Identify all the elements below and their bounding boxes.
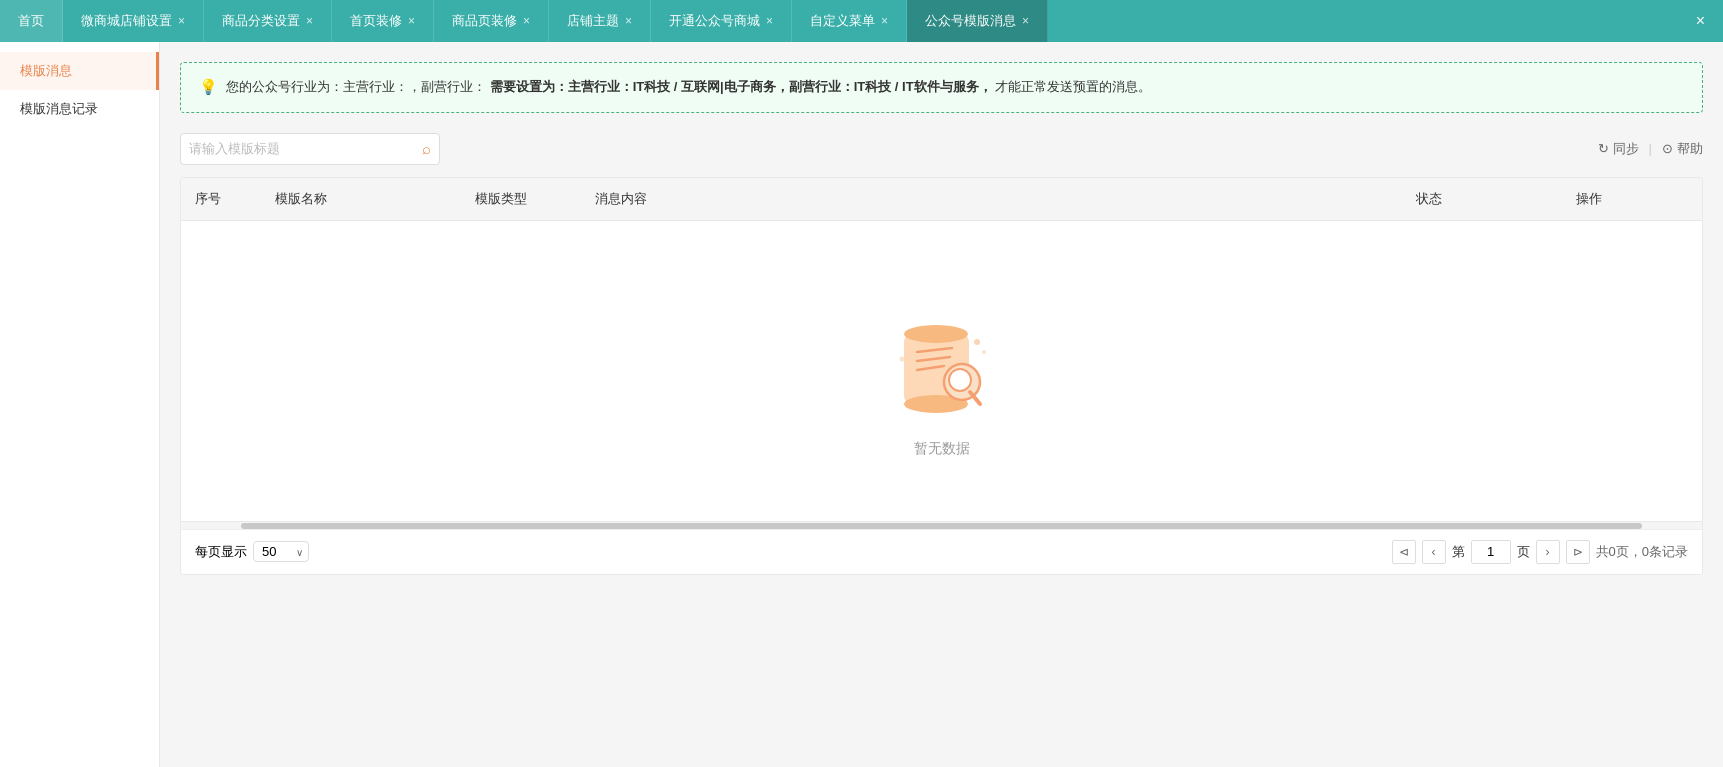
next-page-btn[interactable]: › — [1536, 540, 1560, 564]
data-table: 序号 模版名称 模版类型 消息内容 状态 操作 — [180, 177, 1703, 575]
col-action: 操作 — [1562, 178, 1702, 220]
global-close-btn[interactable]: × — [1678, 0, 1723, 42]
col-index: 序号 — [181, 178, 261, 220]
sync-button[interactable]: ↻ 同步 — [1598, 140, 1639, 158]
nav-item-shop-settings[interactable]: 微商城店铺设置 × — [63, 0, 204, 42]
svg-point-10 — [952, 372, 958, 378]
svg-point-2 — [904, 325, 968, 343]
total-info: 共0页，0条记录 — [1596, 543, 1688, 561]
svg-point-8 — [949, 369, 971, 391]
per-page-select[interactable]: 50 20 100 — [253, 541, 309, 562]
empty-illustration — [882, 304, 1002, 424]
prev-page-btn[interactable]: ‹ — [1422, 540, 1446, 564]
col-content: 消息内容 — [581, 178, 1402, 220]
top-nav: 首页 微商城店铺设置 × 商品分类设置 × 首页装修 × 商品页装修 × 店铺主… — [0, 0, 1723, 42]
svg-point-13 — [899, 356, 904, 361]
nav-item-wechat-mall[interactable]: 开通公众号商城 × — [651, 0, 792, 42]
page-input[interactable] — [1471, 540, 1511, 564]
nav-item-home-decor[interactable]: 首页装修 × — [332, 0, 434, 42]
search-input[interactable] — [189, 141, 422, 156]
col-name: 模版名称 — [261, 178, 461, 220]
sidebar-item-template-msg[interactable]: 模版消息 — [0, 52, 159, 90]
svg-point-12 — [982, 350, 986, 354]
search-actions: ↻ 同步 | ⊙ 帮助 — [1598, 140, 1703, 158]
page-label: 第 — [1452, 543, 1465, 561]
col-status: 状态 — [1402, 178, 1562, 220]
empty-svg — [882, 304, 1002, 424]
col-type: 模版类型 — [461, 178, 581, 220]
search-input-wrap: ⌕ — [180, 133, 440, 165]
close-product-decor[interactable]: × — [523, 14, 530, 28]
per-page-label: 每页显示 — [195, 543, 247, 561]
svg-point-11 — [974, 339, 980, 345]
help-button[interactable]: ⊙ 帮助 — [1662, 140, 1703, 158]
per-page-wrap: 每页显示 50 20 100 — [195, 541, 309, 562]
first-page-btn[interactable]: ⊲ — [1392, 540, 1416, 564]
notice-icon: 💡 — [199, 78, 218, 96]
pagination-controls: ⊲ ‹ 第 页 › ⊳ 共0页，0条记录 — [1392, 540, 1688, 564]
close-wechat-mall[interactable]: × — [766, 14, 773, 28]
scrollbar-thumb[interactable] — [241, 523, 1642, 529]
nav-item-product-decor[interactable]: 商品页装修 × — [434, 0, 549, 42]
close-custom-menu[interactable]: × — [881, 14, 888, 28]
close-category[interactable]: × — [306, 14, 313, 28]
main-layout: 模版消息 模版消息记录 💡 您的公众号行业为：主营行业：，副营行业： 需要设置为… — [0, 42, 1723, 767]
close-template-msg[interactable]: × — [1022, 14, 1029, 28]
last-page-btn[interactable]: ⊳ — [1566, 540, 1590, 564]
close-home-decor[interactable]: × — [408, 14, 415, 28]
help-icon: ⊙ — [1662, 141, 1673, 156]
search-bar: ⌕ ↻ 同步 | ⊙ 帮助 — [180, 133, 1703, 165]
sidebar: 模版消息 模版消息记录 — [0, 42, 160, 767]
notice-banner: 💡 您的公众号行业为：主营行业：，副营行业： 需要设置为：主营行业：IT科技 /… — [180, 62, 1703, 113]
nav-item-custom-menu[interactable]: 自定义菜单 × — [792, 0, 907, 42]
page-unit: 页 — [1517, 543, 1530, 561]
app-container: 首页 微商城店铺设置 × 商品分类设置 × 首页装修 × 商品页装修 × 店铺主… — [0, 0, 1723, 767]
per-page-select-wrap: 50 20 100 — [253, 541, 309, 562]
sidebar-item-template-record[interactable]: 模版消息记录 — [0, 90, 159, 128]
nav-item-home[interactable]: 首页 — [0, 0, 63, 42]
close-theme[interactable]: × — [625, 14, 632, 28]
empty-state: 暂无数据 — [181, 221, 1702, 521]
empty-text: 暂无数据 — [914, 440, 970, 458]
sync-icon: ↻ — [1598, 141, 1609, 156]
close-shop-settings[interactable]: × — [178, 14, 185, 28]
nav-item-theme[interactable]: 店铺主题 × — [549, 0, 651, 42]
main-content: 💡 您的公众号行业为：主营行业：，副营行业： 需要设置为：主营行业：IT科技 /… — [160, 42, 1723, 767]
action-divider: | — [1649, 141, 1652, 156]
nav-item-template-msg[interactable]: 公众号模版消息 × — [907, 0, 1048, 42]
search-icon[interactable]: ⌕ — [422, 140, 431, 157]
notice-text: 您的公众号行业为：主营行业：，副营行业： 需要设置为：主营行业：IT科技 / 互… — [226, 77, 1151, 98]
horizontal-scrollbar[interactable] — [181, 521, 1702, 529]
table-header: 序号 模版名称 模版类型 消息内容 状态 操作 — [181, 178, 1702, 221]
nav-item-category[interactable]: 商品分类设置 × — [204, 0, 332, 42]
pagination: 每页显示 50 20 100 ⊲ ‹ 第 — [181, 529, 1702, 574]
